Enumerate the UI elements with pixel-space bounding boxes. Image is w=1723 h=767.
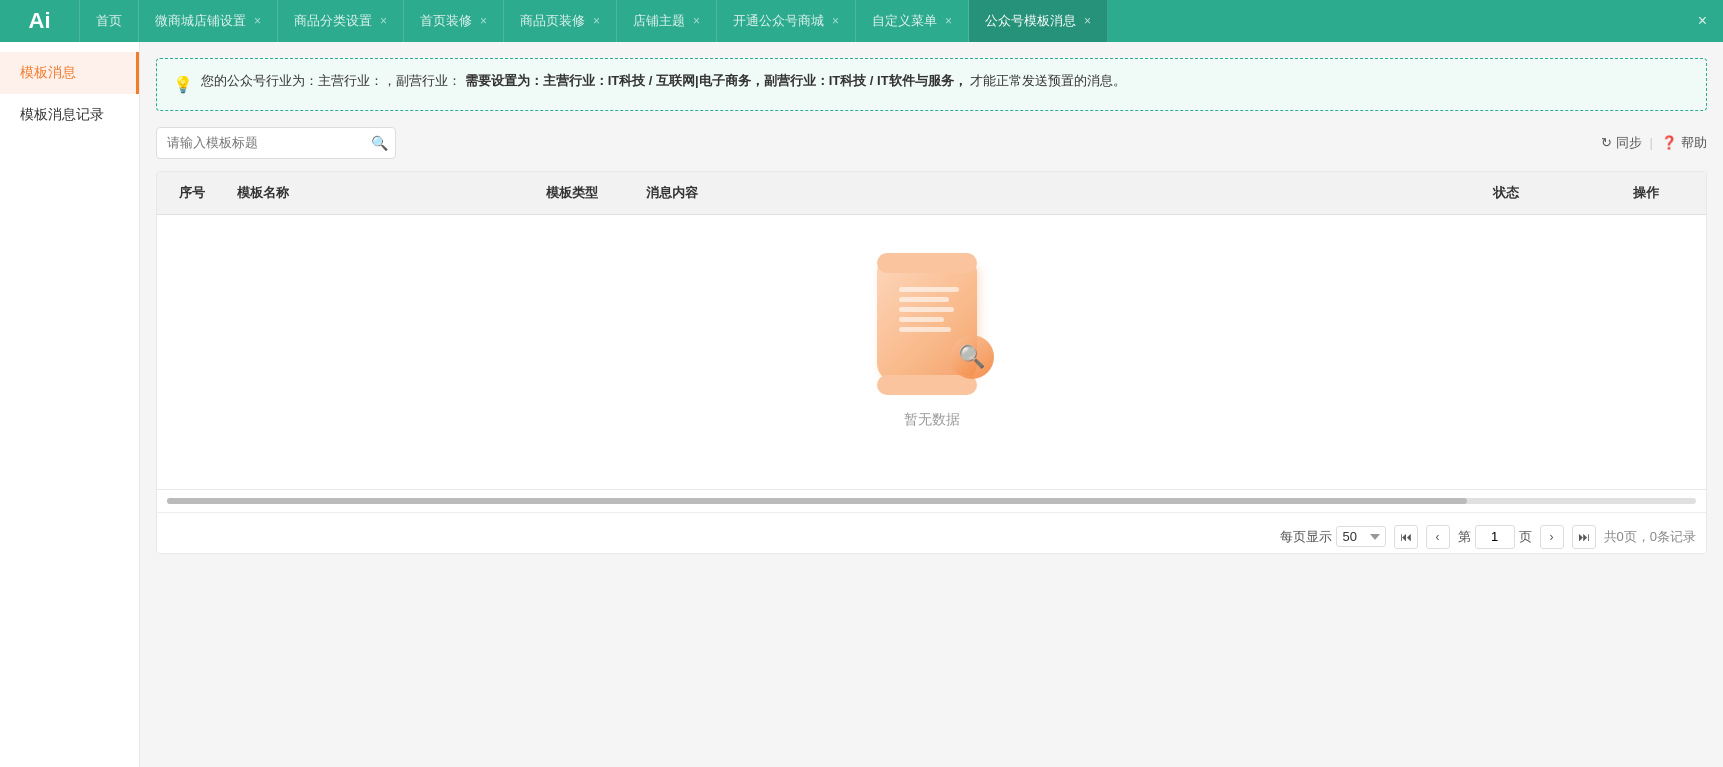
pagination-bar: 每页显示 50 10 20 100 ⏮ ‹ 第 页 › ⏭ 共0 bbox=[157, 512, 1706, 553]
notice-banner: 💡 您的公众号行业为：主营行业：，副营行业： 需要设置为：主营行业：IT科技 /… bbox=[156, 58, 1707, 111]
scrollbar-thumb bbox=[167, 498, 1467, 504]
per-page-select[interactable]: 50 10 20 100 bbox=[1336, 526, 1386, 547]
empty-icon: 🔍 bbox=[862, 255, 1002, 395]
page-unit: 页 bbox=[1519, 528, 1532, 546]
search-input-wrap: 🔍 bbox=[156, 127, 396, 159]
search-bar: 🔍 ↻ 同步 | ❓ 帮助 bbox=[156, 127, 1707, 159]
help-button[interactable]: ❓ 帮助 bbox=[1661, 134, 1707, 152]
content-area: 💡 您的公众号行业为：主营行业：，副营行业： 需要设置为：主营行业：IT科技 /… bbox=[140, 42, 1723, 767]
sidebar-item-template-msg-log[interactable]: 模板消息记录 bbox=[0, 94, 139, 136]
table-scrollbar[interactable] bbox=[157, 489, 1706, 512]
tab-item-custom-menu[interactable]: 自定义菜单× bbox=[856, 0, 969, 42]
per-page-select-wrap: 每页显示 50 10 20 100 bbox=[1280, 526, 1386, 547]
page-total: 共0页，0条记录 bbox=[1604, 528, 1696, 546]
global-close-button[interactable]: × bbox=[1682, 12, 1723, 30]
tab-item-product-decoration[interactable]: 商品页装修× bbox=[504, 0, 617, 42]
col-header-content: 消息内容 bbox=[636, 172, 1426, 214]
tab-item-open-mall[interactable]: 开通公众号商城× bbox=[717, 0, 856, 42]
tab-item-home[interactable]: 首页 bbox=[80, 0, 139, 42]
tab-close-custom-menu[interactable]: × bbox=[945, 14, 952, 28]
doc-line bbox=[899, 327, 951, 332]
col-header-seq: 序号 bbox=[157, 172, 227, 214]
tab-close-store-theme[interactable]: × bbox=[693, 14, 700, 28]
tab-item-store-settings[interactable]: 微商城店铺设置× bbox=[139, 0, 278, 42]
last-page-button[interactable]: ⏭ bbox=[1572, 525, 1596, 549]
doc-line bbox=[899, 307, 954, 312]
doc-line bbox=[899, 317, 944, 322]
next-page-button[interactable]: › bbox=[1540, 525, 1564, 549]
empty-state: 🔍 暂无数据 bbox=[157, 215, 1706, 489]
doc-line bbox=[899, 287, 959, 292]
sidebar: 模板消息模板消息记录 bbox=[0, 42, 140, 767]
per-page-label: 每页显示 bbox=[1280, 528, 1332, 546]
app-logo: Ai bbox=[0, 0, 80, 42]
col-header-type: 模板类型 bbox=[536, 172, 636, 214]
tab-close-store-settings[interactable]: × bbox=[254, 14, 261, 28]
sidebar-item-template-msg[interactable]: 模板消息 bbox=[0, 52, 139, 94]
notice-text: 您的公众号行业为：主营行业：，副营行业： 需要设置为：主营行业：IT科技 / 互… bbox=[201, 71, 1126, 92]
notice-highlight: 需要设置为：主营行业：IT科技 / 互联网|电子商务，副营行业：IT科技 / I… bbox=[465, 73, 967, 88]
tab-item-category-settings[interactable]: 商品分类设置× bbox=[278, 0, 404, 42]
tab-close-product-decoration[interactable]: × bbox=[593, 14, 600, 28]
search-input[interactable] bbox=[156, 127, 396, 159]
search-button[interactable]: 🔍 bbox=[371, 135, 388, 151]
toolbar-right: ↻ 同步 | ❓ 帮助 bbox=[1601, 134, 1707, 152]
col-header-action: 操作 bbox=[1586, 172, 1706, 214]
empty-text: 暂无数据 bbox=[904, 411, 960, 429]
page-input-wrap: 第 页 bbox=[1458, 525, 1532, 549]
table-header: 序号 模板名称 模板类型 消息内容 状态 操作 bbox=[157, 172, 1706, 215]
page-label: 第 bbox=[1458, 528, 1471, 546]
data-table: 序号 模板名称 模板类型 消息内容 状态 操作 bbox=[156, 171, 1707, 554]
tab-close-home-decoration[interactable]: × bbox=[480, 14, 487, 28]
tab-item-home-decoration[interactable]: 首页装修× bbox=[404, 0, 504, 42]
notice-icon: 💡 bbox=[173, 72, 193, 98]
tab-close-category-settings[interactable]: × bbox=[380, 14, 387, 28]
main-layout: 模板消息模板消息记录 💡 您的公众号行业为：主营行业：，副营行业： 需要设置为：… bbox=[0, 42, 1723, 767]
tab-item-template-message[interactable]: 公众号模板消息× bbox=[969, 0, 1108, 42]
page-number-input[interactable] bbox=[1475, 525, 1515, 549]
search-magnifier-icon: 🔍 bbox=[950, 335, 994, 379]
prev-page-button[interactable]: ‹ bbox=[1426, 525, 1450, 549]
sync-icon: ↻ bbox=[1601, 135, 1612, 150]
tab-bar: Ai 首页微商城店铺设置×商品分类设置×首页装修×商品页装修×店铺主题×开通公众… bbox=[0, 0, 1723, 42]
tab-close-template-message[interactable]: × bbox=[1084, 14, 1091, 28]
tab-close-open-mall[interactable]: × bbox=[832, 14, 839, 28]
horizontal-scrollbar[interactable] bbox=[167, 498, 1696, 504]
doc-line bbox=[899, 297, 949, 302]
doc-lines bbox=[899, 287, 959, 332]
help-icon: ❓ bbox=[1661, 135, 1677, 150]
col-header-status: 状态 bbox=[1426, 172, 1586, 214]
toolbar-divider: | bbox=[1650, 135, 1653, 150]
sync-button[interactable]: ↻ 同步 bbox=[1601, 134, 1642, 152]
tab-item-store-theme[interactable]: 店铺主题× bbox=[617, 0, 717, 42]
col-header-name: 模板名称 bbox=[227, 172, 536, 214]
first-page-button[interactable]: ⏮ bbox=[1394, 525, 1418, 549]
